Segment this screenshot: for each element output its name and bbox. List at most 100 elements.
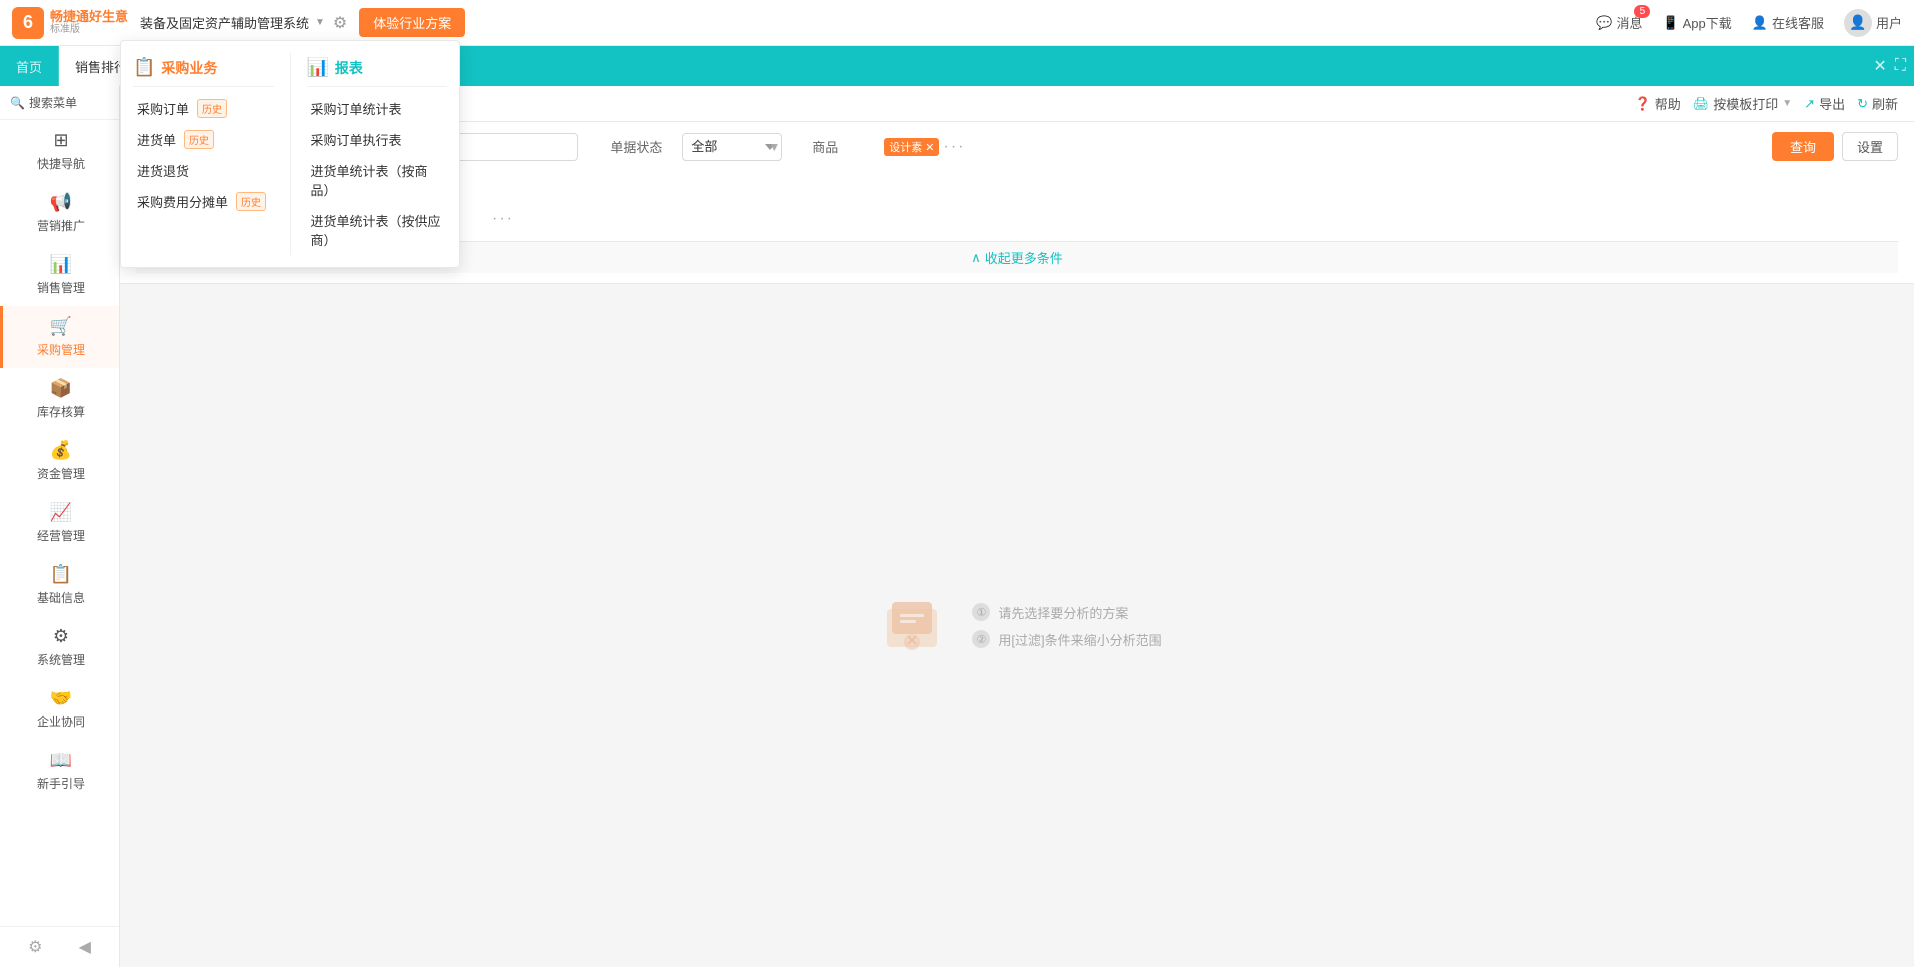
dropdown-incoming-stat-goods[interactable]: 进货单统计表（按商品） (307, 155, 448, 205)
goods-label: 商品 (812, 137, 872, 156)
export-icon: ↗ (1804, 96, 1815, 112)
industry-button[interactable]: 体验行业方案 (359, 8, 465, 37)
sidebar-item-label: 营销推广 (37, 217, 85, 234)
dropdown-columns: 📋 采购业务 采购订单 历史 进货单 历史 进货退货 采购费用分摊单 历史 (121, 53, 459, 255)
quick-nav-icon: ⊞ (53, 130, 68, 151)
tip-num-2: ② (972, 630, 990, 648)
report-col: 📊 报表 采购订单统计表 采购订单执行表 进货单统计表（按商品） 进货单统计表（… (295, 53, 460, 255)
doc-status-select[interactable]: 全部 (682, 133, 782, 161)
tab-home[interactable]: 首页 (0, 46, 59, 86)
search-icon: 🔍 (10, 96, 25, 110)
user-avatar: 👤 (1844, 9, 1872, 37)
dropdown-purchase-order-exec[interactable]: 采购订单执行表 (307, 124, 448, 155)
system-name: 装备及固定资产辅助管理系统 ▼ (140, 13, 325, 32)
collapse-sidebar-icon[interactable]: ◀ (79, 937, 91, 957)
search-menu-item[interactable]: 🔍 搜索菜单 (0, 86, 119, 120)
hist-tag-2: 历史 (184, 130, 214, 149)
sidebar: 🔍 搜索菜单 ⊞ 快捷导航 📢 营销推广 📊 销售管理 🛒 采购管理 📦 库存核… (0, 86, 120, 967)
purchase-col-icon: 📋 (133, 57, 155, 78)
message-icon: 💬 (1596, 15, 1612, 31)
logo-icon: 6 (12, 7, 44, 39)
sidebar-bottom: ⚙ ◀ (0, 926, 119, 967)
settings-bottom-icon[interactable]: ⚙ (28, 937, 42, 957)
dropdown-incoming-stat-supplier[interactable]: 进货单统计表（按供应商） (307, 205, 448, 255)
logo-text: 畅捷通好生意 标准版 (50, 9, 128, 37)
tab-home-label: 首页 (16, 57, 42, 76)
sidebar-item-enterprise[interactable]: 🤝 企业协同 (0, 678, 119, 740)
purchase-icon: 🛒 (50, 316, 72, 337)
sidebar-item-label: 资金管理 (37, 465, 85, 482)
customer-more-btn[interactable]: ··· (492, 210, 514, 228)
dropdown-expense[interactable]: 采购费用分摊单 历史 (133, 186, 274, 217)
tab-bar-actions: ✕ ⛶ (1873, 46, 1914, 86)
sidebar-item-label: 采购管理 (37, 341, 85, 358)
set-button[interactable]: 设置 (1842, 132, 1898, 161)
hist-tag-1: 历史 (197, 99, 227, 118)
app-download-button[interactable]: 📱 App下载 (1662, 13, 1731, 32)
sidebar-item-finance[interactable]: 💰 资金管理 (0, 430, 119, 492)
logo-sub: 标准版 (50, 24, 128, 36)
goods-tag[interactable]: 设计素 ✕ (884, 138, 939, 156)
empty-tip-2: ② 用[过滤]条件来缩小分析范围 (972, 630, 1161, 649)
print-button[interactable]: 🖨 按模板打印 ▼ (1693, 94, 1792, 113)
enterprise-icon: 🤝 (50, 688, 72, 709)
messages-button[interactable]: 💬 消息 5 (1596, 13, 1642, 32)
purchase-dropdown-menu: 📋 采购业务 采购订单 历史 进货单 历史 进货退货 采购费用分摊单 历史 (120, 40, 460, 268)
empty-tip-1: ① 请先选择要分析的方案 (972, 603, 1161, 622)
empty-text: ① 请先选择要分析的方案 ② 用[过滤]条件来缩小分析范围 (972, 603, 1161, 649)
tip-num-1: ① (972, 603, 990, 621)
dropdown-return[interactable]: 进货退货 (133, 155, 274, 186)
export-button[interactable]: ↗ 导出 (1804, 94, 1845, 113)
logo-area: 6 畅捷通好生意 标准版 (12, 7, 132, 39)
sidebar-item-sales-mgmt[interactable]: 📊 销售管理 (0, 244, 119, 306)
sidebar-item-guide[interactable]: 📖 新手引导 (0, 740, 119, 802)
system-dropdown-arrow[interactable]: ▼ (315, 17, 325, 28)
empty-state: ① 请先选择要分析的方案 ② 用[过滤]条件来缩小分析范围 (120, 284, 1914, 967)
purchase-business-col: 📋 采购业务 采购订单 历史 进货单 历史 进货退货 采购费用分摊单 历史 (121, 53, 286, 255)
logo-main: 畅捷通好生意 (50, 9, 128, 25)
sidebar-item-label: 企业协同 (37, 713, 85, 730)
basic-info-icon: 📋 (50, 564, 72, 585)
query-button[interactable]: 查询 (1772, 132, 1834, 161)
sidebar-item-system[interactable]: ⚙ 系统管理 (0, 616, 119, 678)
online-service-button[interactable]: 👤 在线客服 (1752, 13, 1824, 32)
main-layout: 🔍 搜索菜单 ⊞ 快捷导航 📢 营销推广 📊 销售管理 🛒 采购管理 📦 库存核… (0, 86, 1914, 967)
sidebar-item-marketing[interactable]: 📢 营销推广 (0, 182, 119, 244)
filter-actions: 查询 设置 (1772, 132, 1898, 161)
gear-icon[interactable]: ⚙ (333, 13, 347, 33)
system-icon: ⚙ (53, 626, 69, 647)
dropdown-purchase-order[interactable]: 采购订单 历史 (133, 93, 274, 124)
doc-status-label: 单据状态 (610, 137, 670, 156)
refresh-icon: ↻ (1857, 96, 1868, 112)
print-dropdown-icon[interactable]: ▼ (1782, 98, 1792, 109)
empty-illustration (872, 584, 952, 667)
marketing-icon: 📢 (50, 192, 72, 213)
help-button[interactable]: ❓ 帮助 (1635, 94, 1681, 113)
help-icon: ❓ (1635, 96, 1651, 112)
dropdown-incoming[interactable]: 进货单 历史 (133, 124, 274, 155)
sidebar-item-label: 经营管理 (37, 527, 85, 544)
dropdown-purchase-order-stat[interactable]: 采购订单统计表 (307, 93, 448, 124)
report-col-header: 📊 报表 (307, 53, 448, 87)
finance-icon: 💰 (50, 440, 72, 461)
tab-fullscreen-icon[interactable]: ⛶ (1895, 57, 1906, 75)
goods-filter-wrap: 设计素 ✕ ··· (884, 138, 965, 156)
tab-close-all-icon[interactable]: ✕ (1873, 56, 1886, 76)
sidebar-item-operations[interactable]: 📈 经营管理 (0, 492, 119, 554)
sidebar-item-purchase-mgmt[interactable]: 🛒 采购管理 (0, 306, 119, 368)
sidebar-item-label: 基础信息 (37, 589, 85, 606)
hist-tag-3: 历史 (236, 192, 266, 211)
refresh-button[interactable]: ↻ 刷新 (1857, 94, 1898, 113)
service-icon: 👤 (1752, 15, 1768, 31)
messages-badge: 5 (1634, 5, 1650, 18)
sidebar-item-basic-info[interactable]: 📋 基础信息 (0, 554, 119, 616)
user-menu[interactable]: 👤 用户 (1844, 9, 1902, 37)
goods-more-btn[interactable]: ··· (943, 138, 965, 156)
print-icon: 🖨 (1693, 96, 1710, 112)
sidebar-item-inventory[interactable]: 📦 库存核算 (0, 368, 119, 430)
header-right: 💬 消息 5 📱 App下载 👤 在线客服 👤 用户 (1596, 9, 1902, 37)
sidebar-item-label: 新手引导 (37, 775, 85, 792)
phone-icon: 📱 (1662, 15, 1678, 31)
sidebar-item-quick-nav[interactable]: ⊞ 快捷导航 (0, 120, 119, 182)
sales-icon: 📊 (50, 254, 72, 275)
